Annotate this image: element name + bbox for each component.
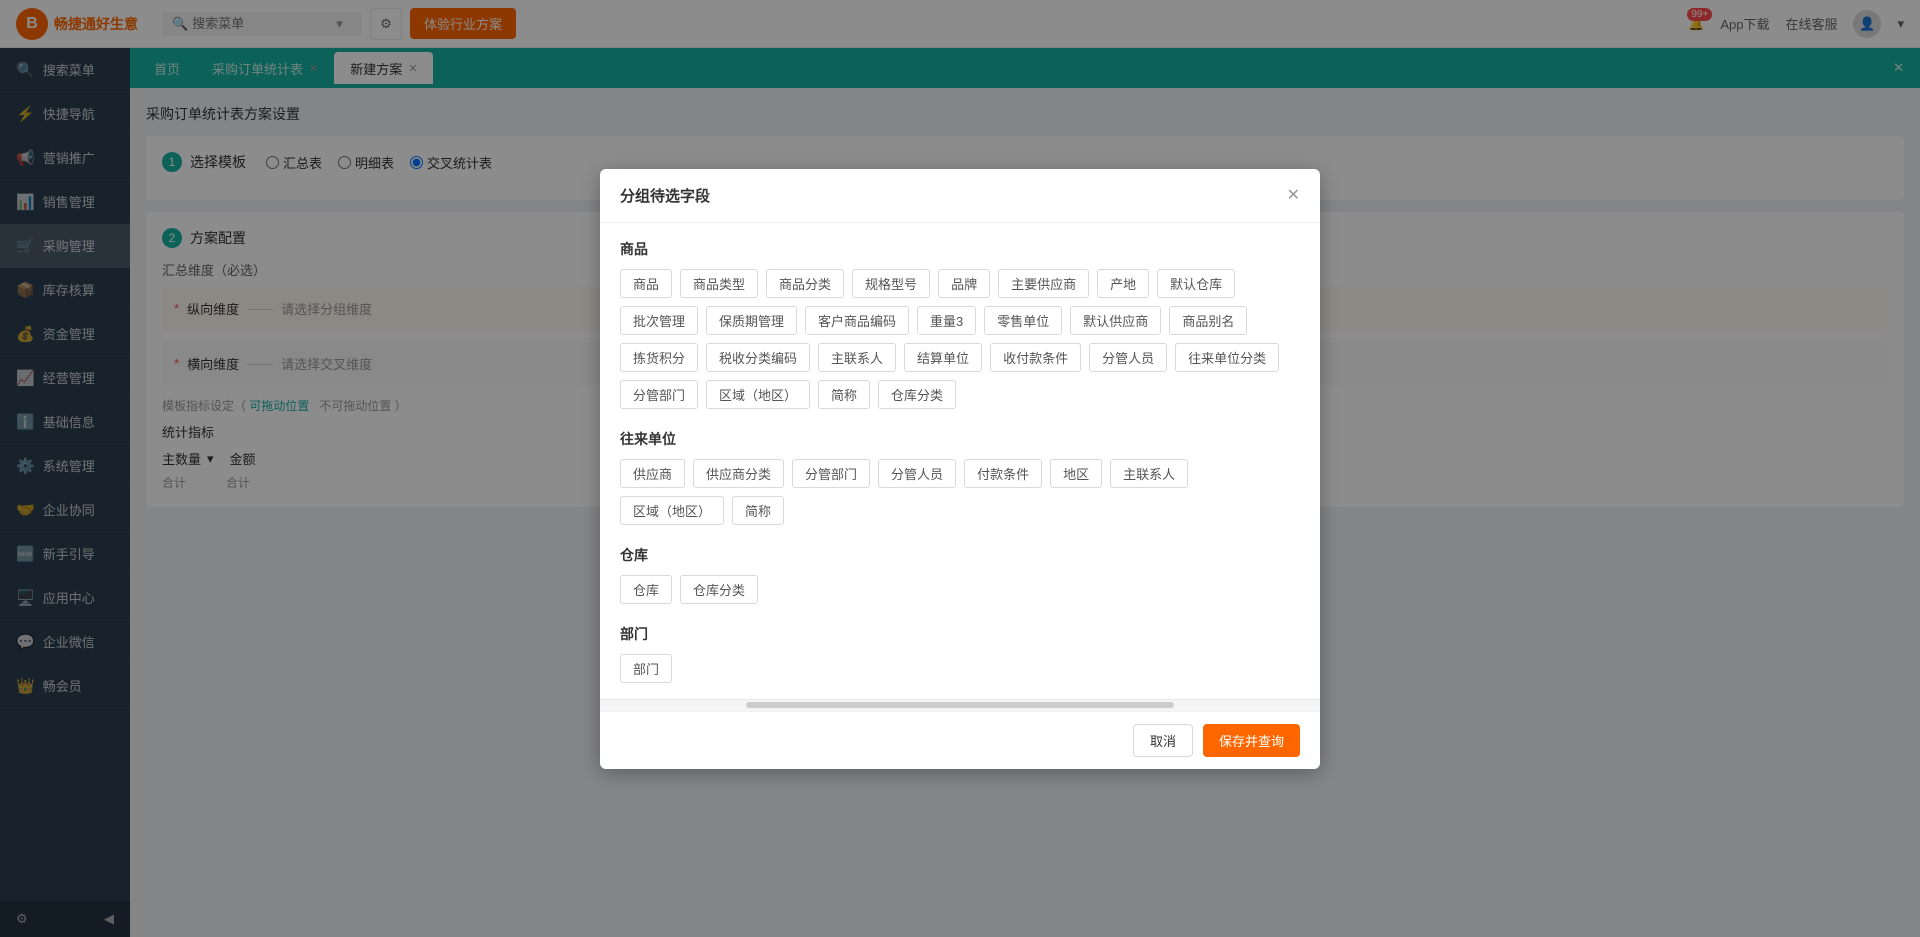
warehouse-fields: 仓库 仓库分类 [620, 575, 1300, 604]
field-chip-default-warehouse[interactable]: 默认仓库 [1157, 269, 1235, 298]
cancel-button[interactable]: 取消 [1133, 724, 1193, 757]
modal-close-button[interactable]: ✕ [1287, 185, 1300, 205]
field-chip-manager2[interactable]: 分管人员 [878, 459, 956, 488]
field-chip-dept2[interactable]: 分管部门 [792, 459, 870, 488]
field-chip-warehouse[interactable]: 仓库 [620, 575, 672, 604]
field-chip-spec[interactable]: 规格型号 [852, 269, 930, 298]
department-fields: 部门 [620, 654, 1300, 683]
field-chip-shortname2[interactable]: 简称 [732, 496, 784, 525]
field-chip-region[interactable]: 区域（地区） [706, 380, 810, 409]
field-chip-brand[interactable]: 品牌 [938, 269, 990, 298]
section-warehouse-title: 仓库 [620, 545, 1300, 565]
field-chip-supplier[interactable]: 供应商 [620, 459, 685, 488]
field-chip-pick-points[interactable]: 拣货积分 [620, 343, 698, 372]
confirm-button[interactable]: 保存并查询 [1203, 724, 1300, 757]
field-chip-main-supplier[interactable]: 主要供应商 [998, 269, 1089, 298]
section-department-title: 部门 [620, 624, 1300, 644]
field-chip-warehouse-cat[interactable]: 仓库分类 [680, 575, 758, 604]
section-counterpart: 往来单位 供应商 供应商分类 分管部门 分管人员 付款条件 地区 主联系人 区域… [620, 429, 1300, 525]
modal-overlay: 分组待选字段 ✕ 商品 商品 商品类型 商品分类 规格型号 品牌 主要供应商 产… [0, 0, 1920, 937]
field-chip-shortname[interactable]: 简称 [818, 380, 870, 409]
field-chip-warehouse-category[interactable]: 仓库分类 [878, 380, 956, 409]
modal-footer: 取消 保存并查询 [600, 711, 1320, 769]
field-chip-origin[interactable]: 产地 [1097, 269, 1149, 298]
field-chip-alias[interactable]: 商品别名 [1169, 306, 1247, 335]
field-chip-tax-code[interactable]: 税收分类编码 [706, 343, 810, 372]
section-product-title: 商品 [620, 239, 1300, 259]
field-chip-manager[interactable]: 分管人员 [1089, 343, 1167, 372]
modal-body: 商品 商品 商品类型 商品分类 规格型号 品牌 主要供应商 产地 默认仓库 批次… [600, 223, 1320, 699]
modal-header: 分组待选字段 ✕ [600, 169, 1320, 223]
field-chip-area[interactable]: 地区 [1050, 459, 1102, 488]
field-chip-main-contact[interactable]: 主联系人 [818, 343, 896, 372]
field-chip-region2[interactable]: 区域（地区） [620, 496, 724, 525]
section-department: 部门 部门 [620, 624, 1300, 683]
field-chip-supplier-category[interactable]: 供应商分类 [693, 459, 784, 488]
field-chip-expiry[interactable]: 保质期管理 [706, 306, 797, 335]
field-chip-customer-code[interactable]: 客户商品编码 [805, 306, 909, 335]
section-warehouse: 仓库 仓库 仓库分类 [620, 545, 1300, 604]
modal-horizontal-scrollbar[interactable] [600, 699, 1320, 711]
modal-dialog: 分组待选字段 ✕ 商品 商品 商品类型 商品分类 规格型号 品牌 主要供应商 产… [600, 169, 1320, 769]
field-chip-payment-cond[interactable]: 付款条件 [964, 459, 1042, 488]
field-chip-department[interactable]: 部门 [620, 654, 672, 683]
product-fields: 商品 商品类型 商品分类 规格型号 品牌 主要供应商 产地 默认仓库 批次管理 … [620, 269, 1300, 409]
field-chip-retail-unit[interactable]: 零售单位 [984, 306, 1062, 335]
field-chip-default-supplier[interactable]: 默认供应商 [1070, 306, 1161, 335]
field-chip-product-type[interactable]: 商品类型 [680, 269, 758, 298]
field-chip-payment-terms[interactable]: 收付款条件 [990, 343, 1081, 372]
field-chip-batch[interactable]: 批次管理 [620, 306, 698, 335]
section-counterpart-title: 往来单位 [620, 429, 1300, 449]
field-chip-dept[interactable]: 分管部门 [620, 380, 698, 409]
field-chip-settlement-unit[interactable]: 结算单位 [904, 343, 982, 372]
field-chip-main-contact2[interactable]: 主联系人 [1110, 459, 1188, 488]
field-chip-counterpart-category[interactable]: 往来单位分类 [1175, 343, 1279, 372]
modal-hscroll-thumb [746, 702, 1173, 708]
counterpart-fields: 供应商 供应商分类 分管部门 分管人员 付款条件 地区 主联系人 区域（地区） … [620, 459, 1300, 525]
field-chip-weight[interactable]: 重量3 [917, 306, 976, 335]
section-product: 商品 商品 商品类型 商品分类 规格型号 品牌 主要供应商 产地 默认仓库 批次… [620, 239, 1300, 409]
modal-title: 分组待选字段 [620, 185, 710, 206]
field-chip-product-category[interactable]: 商品分类 [766, 269, 844, 298]
field-chip-product[interactable]: 商品 [620, 269, 672, 298]
